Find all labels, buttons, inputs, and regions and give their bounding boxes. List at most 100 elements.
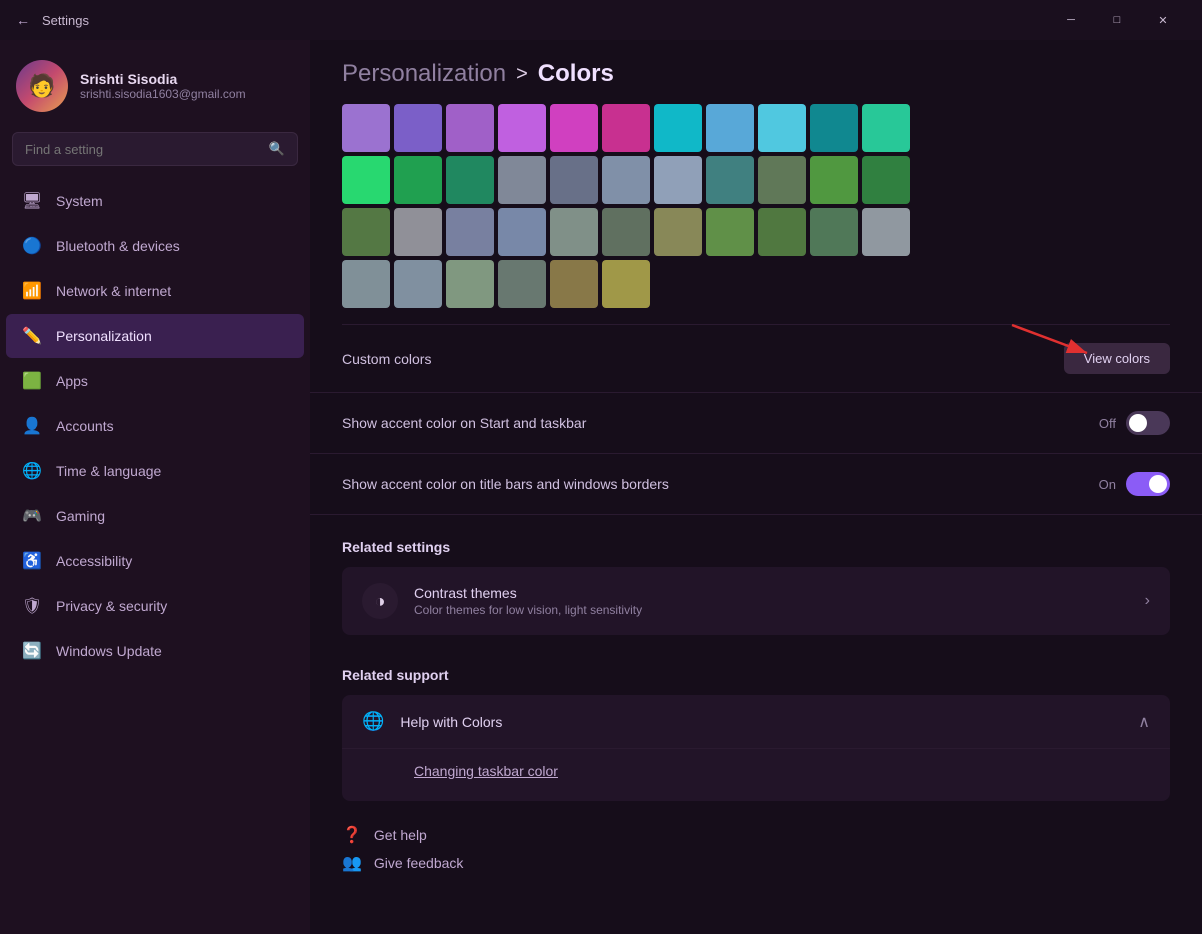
accent-titlebar-toggle[interactable] <box>1126 472 1170 496</box>
color-swatch-35[interactable] <box>446 260 494 308</box>
color-swatch-1[interactable] <box>394 104 442 152</box>
give-feedback-icon: 👥 <box>342 853 362 873</box>
color-swatch-6[interactable] <box>654 104 702 152</box>
personalization-icon: ✏️ <box>22 326 42 346</box>
maximize-button[interactable]: □ <box>1094 4 1140 36</box>
accent-titlebar-label: Show accent color on title bars and wind… <box>342 476 669 492</box>
sidebar-item-label-system: System <box>56 193 103 209</box>
color-swatch-31[interactable] <box>810 208 858 256</box>
contrast-themes-card[interactable]: ◑ Contrast themes Color themes for low v… <box>342 567 1170 635</box>
accent-taskbar-status: Off <box>1099 416 1116 431</box>
sidebar-item-time[interactable]: 🌐 Time & language <box>6 449 304 493</box>
color-swatch-10[interactable] <box>862 104 910 152</box>
color-swatch-28[interactable] <box>654 208 702 256</box>
color-swatch-16[interactable] <box>602 156 650 204</box>
color-swatch-2[interactable] <box>446 104 494 152</box>
help-card-left: 🌐 Help with Colors <box>362 711 502 732</box>
contrast-themes-subtitle: Color themes for low vision, light sensi… <box>414 603 642 617</box>
color-swatch-26[interactable] <box>550 208 598 256</box>
sidebar-item-privacy[interactable]: 🛡 Privacy & security <box>6 584 304 628</box>
color-swatch-27[interactable] <box>602 208 650 256</box>
sidebar-item-network[interactable]: 📶 Network & internet <box>6 269 304 313</box>
color-swatch-0[interactable] <box>342 104 390 152</box>
color-swatch-3[interactable] <box>498 104 546 152</box>
color-swatch-22[interactable] <box>342 208 390 256</box>
sidebar-item-personalization[interactable]: ✏️ Personalization <box>6 314 304 358</box>
color-swatch-17[interactable] <box>654 156 702 204</box>
close-button[interactable]: ✕ <box>1140 4 1186 36</box>
give-feedback-label: Give feedback <box>374 855 464 871</box>
accent-titlebar-status: On <box>1099 477 1116 492</box>
color-swatch-25[interactable] <box>498 208 546 256</box>
help-card-header[interactable]: 🌐 Help with Colors ∧ <box>342 695 1170 748</box>
view-colors-button[interactable]: View colors <box>1064 343 1170 374</box>
sidebar-item-gaming[interactable]: 🎮 Gaming <box>6 494 304 538</box>
avatar: 🧑 <box>16 60 68 112</box>
network-icon: 📶 <box>22 281 42 301</box>
sidebar-item-update[interactable]: 🔄 Windows Update <box>6 629 304 673</box>
related-settings-header: Related settings <box>310 515 1202 567</box>
color-swatch-5[interactable] <box>602 104 650 152</box>
color-swatch-18[interactable] <box>706 156 754 204</box>
color-swatch-24[interactable] <box>446 208 494 256</box>
help-card-chevron-icon: ∧ <box>1138 712 1150 732</box>
sidebar-item-bluetooth[interactable]: 🔵 Bluetooth & devices <box>6 224 304 268</box>
related-support-header: Related support <box>310 643 1202 695</box>
color-swatch-36[interactable] <box>498 260 546 308</box>
color-swatch-30[interactable] <box>758 208 806 256</box>
accent-taskbar-toggle[interactable] <box>1126 411 1170 435</box>
sidebar-item-system[interactable]: 🖥 System <box>6 179 304 223</box>
content-area: Personalization > Colors Custom colors V… <box>310 40 1202 934</box>
give-feedback-link[interactable]: 👥 Give feedback <box>342 853 1170 873</box>
sidebar-item-accessibility[interactable]: ♿ Accessibility <box>6 539 304 583</box>
color-swatch-8[interactable] <box>758 104 806 152</box>
accent-titlebar-knob <box>1149 475 1167 493</box>
changing-taskbar-color-link[interactable]: Changing taskbar color <box>414 753 1150 789</box>
color-swatch-14[interactable] <box>498 156 546 204</box>
sidebar-item-accounts[interactable]: 👤 Accounts <box>6 404 304 448</box>
color-swatch-12[interactable] <box>394 156 442 204</box>
accessibility-icon: ♿ <box>22 551 42 571</box>
color-swatch-4[interactable] <box>550 104 598 152</box>
search-input[interactable] <box>25 142 261 157</box>
user-email: srishti.sisodia1603@gmail.com <box>80 87 246 101</box>
sidebar-item-apps[interactable]: 🟩 Apps <box>6 359 304 403</box>
get-help-link[interactable]: ❓ Get help <box>342 825 1170 845</box>
back-icon[interactable]: ← <box>16 12 30 28</box>
sidebar-item-label-update: Windows Update <box>56 643 162 659</box>
sidebar-item-label-gaming: Gaming <box>56 508 105 524</box>
color-swatch-19[interactable] <box>758 156 806 204</box>
color-swatch-13[interactable] <box>446 156 494 204</box>
color-swatch-23[interactable] <box>394 208 442 256</box>
search-box[interactable]: 🔍 <box>12 132 298 166</box>
breadcrumb: Personalization > Colors <box>310 40 1202 104</box>
breadcrumb-parent: Personalization <box>342 60 506 88</box>
color-swatch-9[interactable] <box>810 104 858 152</box>
time-icon: 🌐 <box>22 461 42 481</box>
color-swatch-11[interactable] <box>342 156 390 204</box>
custom-colors-row: Custom colors View colors <box>310 325 1202 393</box>
get-help-label: Get help <box>374 827 427 843</box>
titlebar-controls: ─ □ ✕ <box>1048 4 1186 36</box>
color-swatch-15[interactable] <box>550 156 598 204</box>
color-swatch-37[interactable] <box>550 260 598 308</box>
sidebar: 🧑 Srishti Sisodia srishti.sisodia1603@gm… <box>0 40 310 934</box>
color-grid-section <box>310 104 1202 324</box>
nav-list: 🖥 System 🔵 Bluetooth & devices 📶 Network… <box>0 178 310 674</box>
breadcrumb-current: Colors <box>538 60 614 88</box>
color-swatch-29[interactable] <box>706 208 754 256</box>
color-swatch-38[interactable] <box>602 260 650 308</box>
contrast-themes-title: Contrast themes <box>414 585 642 601</box>
search-icon: 🔍 <box>269 141 285 157</box>
color-swatch-20[interactable] <box>810 156 858 204</box>
color-swatch-21[interactable] <box>862 156 910 204</box>
gaming-icon: 🎮 <box>22 506 42 526</box>
color-swatch-33[interactable] <box>342 260 390 308</box>
minimize-button[interactable]: ─ <box>1048 4 1094 36</box>
sidebar-item-label-bluetooth: Bluetooth & devices <box>56 238 180 254</box>
user-name: Srishti Sisodia <box>80 71 246 87</box>
contrast-chevron-icon: › <box>1145 592 1150 610</box>
color-swatch-34[interactable] <box>394 260 442 308</box>
color-swatch-7[interactable] <box>706 104 754 152</box>
color-swatch-32[interactable] <box>862 208 910 256</box>
